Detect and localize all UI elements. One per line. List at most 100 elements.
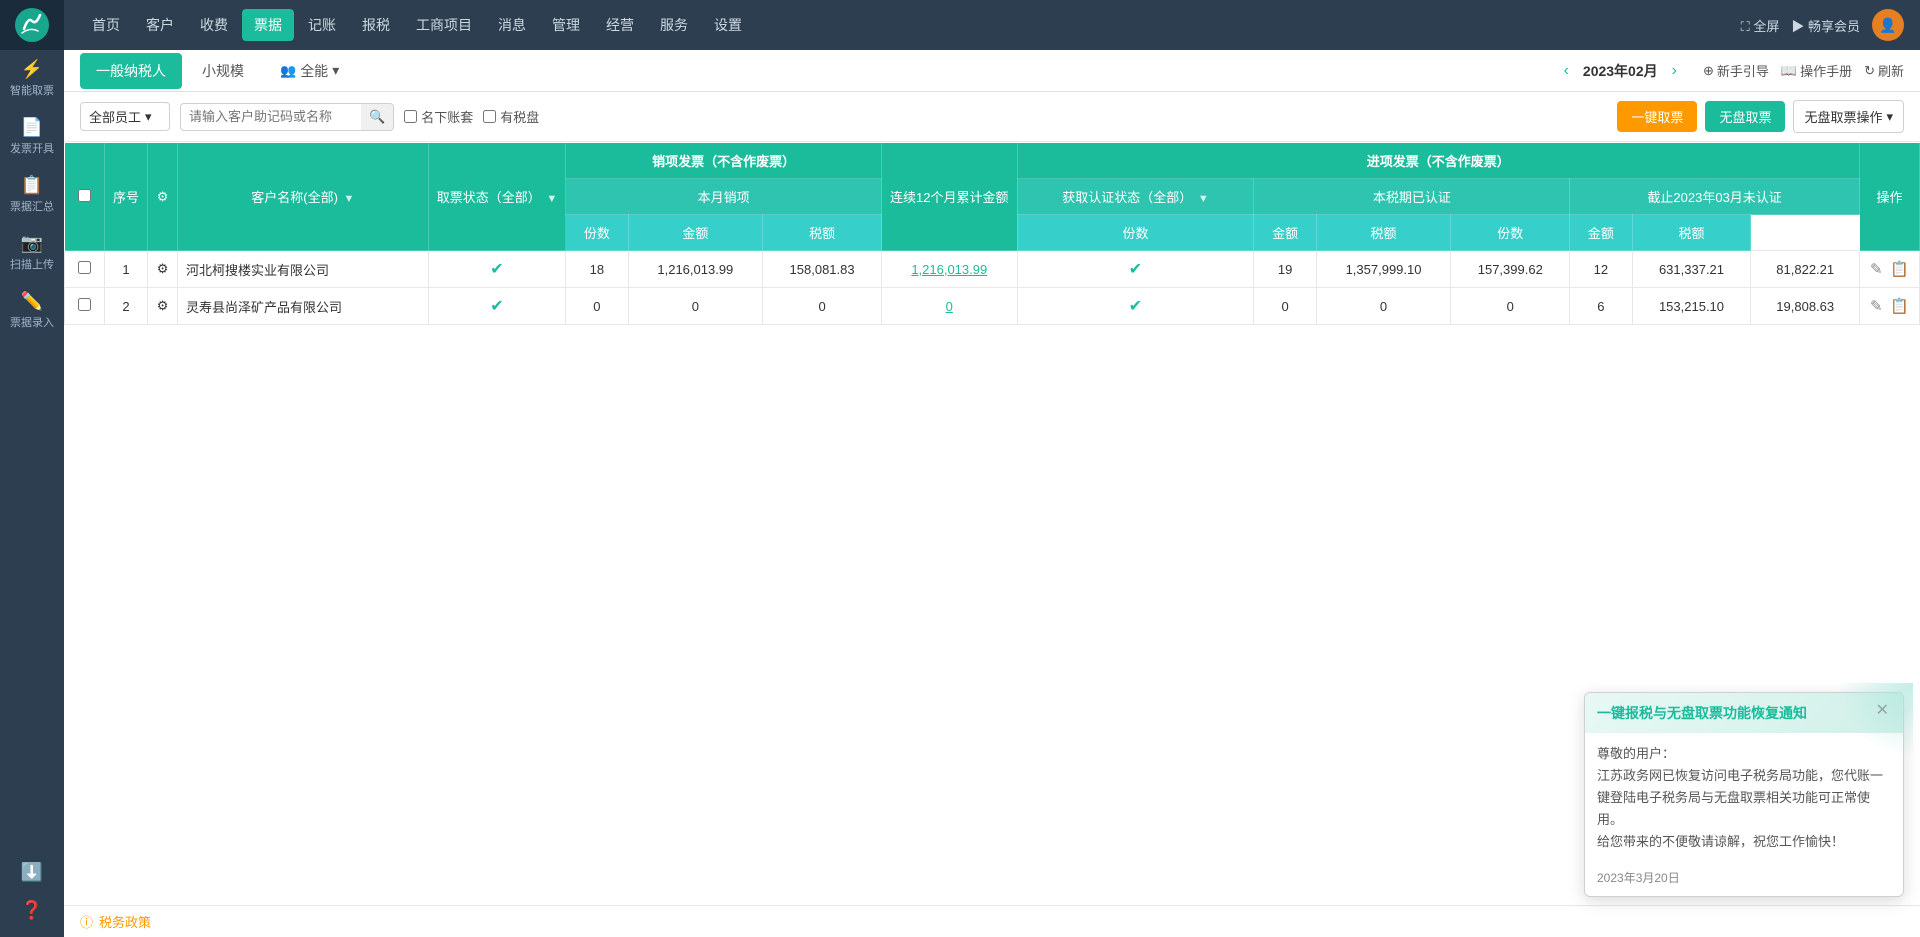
checkbox-has-disk-label: 有税盘 bbox=[500, 107, 539, 126]
row-pur-deadline-count: 12 bbox=[1570, 251, 1632, 288]
sidebar-item-download[interactable]: ⬇️ bbox=[0, 855, 64, 889]
th-fetch-status: 取票状态（全部） ▼ bbox=[428, 143, 566, 251]
topnav: 首页 客户 收费 票据 记账 报税 工商项目 消息 管理 经营 服务 设置 ⛶ … bbox=[64, 0, 1920, 50]
refresh-btn[interactable]: ↻ 刷新 bbox=[1864, 61, 1904, 80]
nav-manage[interactable]: 管理 bbox=[540, 9, 592, 41]
nav-economy[interactable]: 经营 bbox=[594, 9, 646, 41]
tab-general[interactable]: 一般纳税人 bbox=[80, 53, 182, 89]
sidebar-item-label: 扫描上传 bbox=[10, 256, 54, 272]
select-all-checkbox[interactable] bbox=[78, 189, 91, 202]
notif-deco bbox=[1833, 683, 1913, 753]
row-settings-icon[interactable]: ⚙ bbox=[148, 251, 178, 288]
sidebar-item-scan-upload[interactable]: 📷 扫描上传 bbox=[0, 224, 64, 282]
nav-menu: 首页 客户 收费 票据 记账 报税 工商项目 消息 管理 经营 服务 设置 bbox=[80, 9, 1741, 41]
sidebar-item-issue-invoice[interactable]: 📄 发票开具 bbox=[0, 108, 64, 166]
tab-small-label: 小规模 bbox=[202, 61, 244, 81]
th-cert-status: 获取认证状态（全部） ▼ bbox=[1017, 179, 1254, 215]
sidebar-item-invoice-entry[interactable]: ✏️ 票据录入 bbox=[0, 282, 64, 340]
invoice-summary-icon: 📋 bbox=[21, 176, 43, 194]
fullscreen-btn[interactable]: ⛶ 全屏 bbox=[1741, 16, 1780, 35]
row-sales-amount: 0 bbox=[628, 288, 763, 325]
no-disk-fetch-btn[interactable]: 无盘取票 bbox=[1705, 101, 1785, 132]
nav-service[interactable]: 服务 bbox=[648, 9, 700, 41]
more-actions-btn[interactable]: 无盘取票操作 ▾ bbox=[1793, 100, 1904, 133]
th-sales-group: 销项发票（不含作废票） bbox=[566, 143, 882, 179]
edit-icon[interactable]: ✎ bbox=[1870, 298, 1883, 315]
tab-all[interactable]: 👥 全能 ▾ bbox=[264, 53, 355, 89]
sidebar-item-help[interactable]: ❓ bbox=[0, 893, 64, 927]
fetch-status-filter-icon[interactable]: ▼ bbox=[546, 193, 557, 205]
fetch-all-btn[interactable]: 一键取票 bbox=[1617, 101, 1697, 132]
row-actions: ✎ 📋 bbox=[1860, 251, 1920, 288]
checkbox-my-accounts[interactable]: 名下账套 bbox=[404, 107, 473, 126]
statusbar[interactable]: ⓘ 税务政策 bbox=[64, 905, 1920, 937]
sidebar: ⚡ 智能取票 📄 发票开具 📋 票据汇总 📷 扫描上传 ✏️ 票据录入 ⬇️ ❓ bbox=[0, 0, 64, 937]
my-accounts-checkbox[interactable] bbox=[404, 110, 417, 123]
more-dropdown-icon: ▾ bbox=[1886, 109, 1893, 125]
th-pur-period-count: 份数 bbox=[1017, 215, 1254, 251]
nav-tax[interactable]: 报税 bbox=[350, 9, 402, 41]
sidebar-bottom: ⬇️ ❓ bbox=[0, 855, 64, 937]
row-sales-count: 0 bbox=[566, 288, 628, 325]
new-guide-btn[interactable]: ⊕ 新手引导 bbox=[1703, 61, 1769, 80]
sidebar-item-invoice-summary[interactable]: 📋 票据汇总 bbox=[0, 166, 64, 224]
sidebar-item-smart-fetch[interactable]: ⚡ 智能取票 bbox=[0, 50, 64, 108]
notification-panel: 一键报税与无盘取票功能恢复通知 ✕ 尊敬的用户： 江苏政务网已恢复访问电子税务局… bbox=[1584, 692, 1904, 897]
row-cert-status: ✔ bbox=[1017, 288, 1254, 325]
row-actions: ✎ 📋 bbox=[1860, 288, 1920, 325]
row-customer: 灵寿县尚泽矿产品有限公司 bbox=[178, 288, 429, 325]
nav-business[interactable]: 工商项目 bbox=[404, 9, 484, 41]
manual-btn[interactable]: 📖 操作手册 bbox=[1781, 61, 1852, 80]
employee-dropdown-icon: ▾ bbox=[145, 109, 152, 125]
th-sales-month: 本月销项 bbox=[566, 179, 882, 215]
nav-home[interactable]: 首页 bbox=[80, 9, 132, 41]
search-button[interactable]: 🔍 bbox=[361, 104, 393, 130]
notif-date: 2023年3月20日 bbox=[1597, 871, 1680, 885]
nav-billing[interactable]: 收费 bbox=[188, 9, 240, 41]
edit-icon[interactable]: ✎ bbox=[1870, 261, 1883, 278]
checkbox-has-disk[interactable]: 有税盘 bbox=[483, 107, 539, 126]
employee-label: 全部员工 bbox=[89, 107, 141, 126]
detail-icon[interactable]: 📋 bbox=[1890, 261, 1909, 278]
cert-status-filter-icon[interactable]: ▼ bbox=[1198, 193, 1209, 205]
th-checkbox bbox=[65, 143, 105, 251]
nav-settings[interactable]: 设置 bbox=[702, 9, 754, 41]
row-checkbox[interactable] bbox=[65, 251, 105, 288]
row-sales-amount: 1,216,013.99 bbox=[628, 251, 763, 288]
row-pur-period-tax: 157,399.62 bbox=[1451, 251, 1570, 288]
prev-month-btn[interactable]: ‹ bbox=[1558, 60, 1575, 82]
date-nav: ‹ 2023年02月 › bbox=[1558, 60, 1683, 82]
th-settings: ⚙ bbox=[148, 143, 178, 251]
has-disk-checkbox[interactable] bbox=[483, 110, 496, 123]
row-sales-12[interactable]: 0 bbox=[882, 288, 1017, 325]
employee-select[interactable]: 全部员工 ▾ bbox=[80, 102, 170, 131]
row-customer: 河北柯搜楼实业有限公司 bbox=[178, 251, 429, 288]
row-no: 2 bbox=[105, 288, 148, 325]
row-pur-period-count: 19 bbox=[1254, 251, 1316, 288]
invoice-table: 序号 ⚙ 客户名称(全部) ▼ 取票状态（全部） ▼ 销项发票（不含作废票） 连… bbox=[64, 142, 1920, 325]
nav-invoice[interactable]: 票据 bbox=[242, 9, 294, 41]
th-pur-deadline-amount: 金额 bbox=[1570, 215, 1632, 251]
detail-icon[interactable]: 📋 bbox=[1890, 298, 1909, 315]
status-icon: ⓘ bbox=[80, 912, 93, 931]
tab-small[interactable]: 小规模 bbox=[186, 53, 260, 89]
search-input[interactable] bbox=[181, 105, 361, 128]
row-checkbox[interactable] bbox=[65, 288, 105, 325]
row-settings-icon[interactable]: ⚙ bbox=[148, 288, 178, 325]
th-customer: 客户名称(全部) ▼ bbox=[178, 143, 429, 251]
row-pur-period-amount: 0 bbox=[1316, 288, 1451, 325]
member-btn[interactable]: ▶ 畅享会员 bbox=[1791, 16, 1860, 35]
th-sales-12: 连续12个月累计金额 bbox=[882, 143, 1017, 251]
th-sales-amount: 金额 bbox=[628, 215, 763, 251]
tabbar: 一般纳税人 小规模 👥 全能 ▾ ‹ 2023年02月 › ⊕ 新手引导 📖 操… bbox=[64, 50, 1920, 92]
next-month-btn[interactable]: › bbox=[1666, 60, 1683, 82]
sidebar-item-label: 票据汇总 bbox=[10, 198, 54, 214]
user-avatar[interactable]: 👤 bbox=[1872, 9, 1904, 41]
nav-customer[interactable]: 客户 bbox=[134, 9, 186, 41]
row-cert-status: ✔ bbox=[1017, 251, 1254, 288]
customer-filter-icon[interactable]: ▼ bbox=[344, 193, 355, 205]
nav-message[interactable]: 消息 bbox=[486, 9, 538, 41]
help-icon: ❓ bbox=[21, 901, 43, 919]
nav-bookkeeping[interactable]: 记账 bbox=[296, 9, 348, 41]
row-sales-12[interactable]: 1,216,013.99 bbox=[882, 251, 1017, 288]
